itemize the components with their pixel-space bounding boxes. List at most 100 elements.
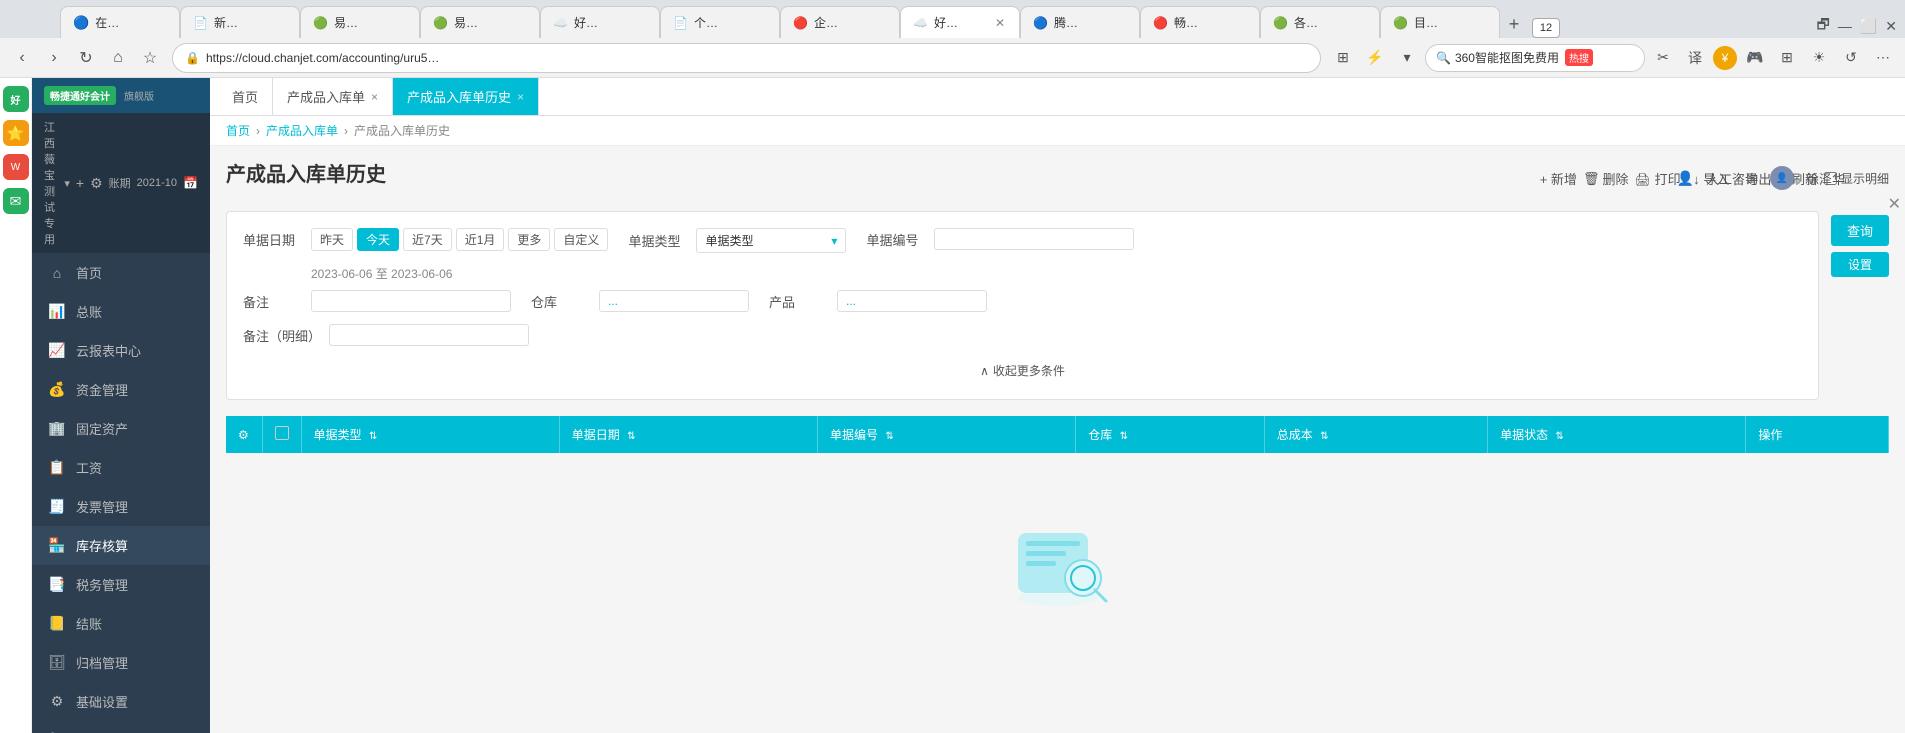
th-cost[interactable]: 总成本 ⇅ — [1264, 416, 1487, 453]
undo-icon[interactable]: ↺ — [1837, 44, 1865, 72]
more-icon[interactable]: ⋯ — [1869, 44, 1897, 72]
tab-history[interactable]: 产成品入库单历史 × — [393, 78, 539, 115]
collapse-button[interactable]: ∧ 收起更多条件 — [968, 358, 1077, 383]
back-button[interactable]: ‹ — [8, 44, 36, 72]
browser-tab-chang[interactable]: 🔴 畅… — [1140, 6, 1260, 38]
browser-tab-yi2[interactable]: 🟢 易… — [420, 6, 540, 38]
date-btn-yesterday[interactable]: 昨天 — [311, 228, 353, 251]
product-dots: ... — [846, 294, 856, 308]
add-button[interactable]: + 新增 — [1540, 169, 1577, 188]
breadcrumb-home[interactable]: 首页 — [226, 122, 250, 139]
app-icon-mail[interactable]: ✉ — [3, 188, 29, 214]
window-restore-icon[interactable]: 🗗 — [1817, 14, 1830, 38]
game-icon[interactable]: 🎮 — [1741, 44, 1769, 72]
th-checkbox[interactable] — [262, 416, 301, 453]
new-tab-button[interactable]: + — [1500, 10, 1528, 38]
window-maximize-icon[interactable]: ⬜ — [1860, 18, 1877, 35]
sidebar-item-fixed-assets[interactable]: 🏢 固定资产 — [32, 409, 210, 448]
sidebar-item-inventory[interactable]: 🏪 库存核算 — [32, 526, 210, 565]
browser-tab-ge[interactable]: 📄 个… — [660, 6, 780, 38]
th-gear[interactable]: ⚙ — [226, 416, 262, 453]
type-select[interactable]: 单据类型 ▾ — [696, 228, 846, 253]
browser-tab-qi[interactable]: 🔴 企… — [780, 6, 900, 38]
tab-count-badge[interactable]: 12 — [1532, 18, 1560, 38]
theme-icon[interactable]: ☀ — [1805, 44, 1833, 72]
browser-tab-hao1[interactable]: ☁️ 好… — [540, 6, 660, 38]
company-dropdown-icon[interactable]: ▾ — [64, 177, 70, 190]
product-label: 产品 — [769, 292, 829, 311]
app-icon-star[interactable]: ⭐ — [3, 120, 29, 146]
sidebar-item-archive[interactable]: 🗄 归档管理 — [32, 643, 210, 682]
date-btn-today[interactable]: 今天 — [357, 228, 399, 251]
sidebar-item-new-tools[interactable]: 🔧 新工具 — [32, 721, 210, 733]
sidebar-item-close-accounts[interactable]: 📒 结账 — [32, 604, 210, 643]
tab-icon-0: 🔵 — [73, 15, 89, 31]
customer-service-label[interactable]: 人工咨询 — [1706, 169, 1758, 188]
filter-settings-button[interactable]: 设置 — [1831, 252, 1889, 277]
query-button[interactable]: 查询 — [1831, 215, 1889, 246]
apps-icon[interactable]: ⊞ — [1773, 44, 1801, 72]
th-type[interactable]: 单据类型 ⇅ — [301, 416, 559, 453]
browser-tab-hao2[interactable]: ☁️ 好… ✕ — [900, 6, 1020, 38]
window-minimize-icon[interactable]: — — [1838, 18, 1852, 34]
product-select[interactable]: ... — [837, 290, 987, 312]
dropdown-icon[interactable]: ▾ — [1393, 44, 1421, 72]
select-all-checkbox[interactable] — [275, 426, 289, 440]
app-icon-weibo[interactable]: W — [3, 154, 29, 180]
scissors-icon[interactable]: ✂ — [1649, 44, 1677, 72]
date-btn-more[interactable]: 更多 — [508, 228, 550, 251]
sidebar-item-invoice[interactable]: 🧾 发票管理 — [32, 487, 210, 526]
yuan-icon[interactable]: ¥ — [1713, 46, 1737, 70]
th-date[interactable]: 单据日期 ⇅ — [559, 416, 817, 453]
settings-icon[interactable]: ⚙ — [90, 175, 103, 192]
browser-tab-teng[interactable]: 🔵 腾… — [1020, 6, 1140, 38]
sidebar-item-settings[interactable]: ⚙ 基础设置 — [32, 682, 210, 721]
th-status[interactable]: 单据状态 ⇅ — [1488, 416, 1746, 453]
sidebar-item-home[interactable]: ⌂ 首页 — [32, 253, 210, 292]
delete-button[interactable]: 🗑 删除 — [1583, 169, 1629, 188]
tab-inbound[interactable]: 产成品入库单 × — [273, 78, 393, 115]
tab-inbound-close[interactable]: × — [371, 90, 378, 104]
number-input[interactable] — [934, 228, 1134, 250]
browser-tab-in[interactable]: 🔵 在… — [60, 6, 180, 38]
sidebar-item-general-ledger[interactable]: 📊 总账 — [32, 292, 210, 331]
browser-tab-new[interactable]: 📄 新… — [180, 6, 300, 38]
sidebar-item-tax[interactable]: 📑 税务管理 — [32, 565, 210, 604]
grid-icon[interactable]: ⊞ — [1329, 44, 1357, 72]
date-btn-custom[interactable]: 自定义 — [554, 228, 608, 251]
search-bar[interactable]: 🔍 360智能抠图免费用 热搜 — [1425, 44, 1645, 72]
sidebar-item-payroll[interactable]: 📋 工资 — [32, 448, 210, 487]
add-icon[interactable]: + — [76, 175, 84, 191]
date-btn-1month[interactable]: 近1月 — [456, 228, 505, 251]
browser-tab-mu[interactable]: 🟢 目… — [1380, 6, 1500, 38]
note-detail-input[interactable] — [329, 324, 529, 346]
breadcrumb-inbound[interactable]: 产成品入库单 — [266, 122, 338, 139]
note-input[interactable] — [311, 290, 511, 312]
tab-history-close[interactable]: × — [517, 90, 524, 104]
th-number[interactable]: 单据编号 ⇅ — [818, 416, 1076, 453]
tab-close-7[interactable]: ✕ — [993, 14, 1007, 32]
tab-home[interactable]: 首页 — [218, 78, 273, 115]
breadcrumb-sep-1: › — [256, 124, 260, 138]
sidebar-item-funds[interactable]: 💰 资金管理 — [32, 370, 210, 409]
bookmark-button[interactable]: ☆ — [136, 44, 164, 72]
nav-header[interactable]: 畅捷通好会计 旗舰版 — [32, 78, 210, 113]
panel-close-button[interactable]: ✕ — [1888, 194, 1901, 214]
address-bar[interactable]: 🔒 https://cloud.chanjet.com/accounting/u… — [172, 43, 1321, 73]
refresh-button[interactable]: ↻ — [72, 44, 100, 72]
lightning-icon[interactable]: ⚡ — [1361, 44, 1389, 72]
date-btn-7days[interactable]: 近7天 — [403, 228, 452, 251]
forward-button[interactable]: › — [40, 44, 68, 72]
warehouse-select[interactable]: ... — [599, 290, 749, 312]
home-button[interactable]: ⌂ — [104, 44, 132, 72]
calendar-icon[interactable]: 📅 — [183, 176, 198, 190]
th-status-sort-icon: ⇅ — [1555, 431, 1563, 442]
translate-icon[interactable]: 译 — [1681, 44, 1709, 72]
app-icon-main[interactable]: 好 — [3, 86, 29, 112]
window-close-icon[interactable]: ✕ — [1885, 18, 1897, 35]
browser-tab-yi1[interactable]: 🟢 易… — [300, 6, 420, 38]
browser-tab-ge2[interactable]: 🟢 各… — [1260, 6, 1380, 38]
th-warehouse[interactable]: 仓库 ⇅ — [1076, 416, 1264, 453]
page-title: 产成品入库单历史 — [226, 158, 386, 187]
sidebar-item-cloud-reports[interactable]: 📈 云报表中心 — [32, 331, 210, 370]
